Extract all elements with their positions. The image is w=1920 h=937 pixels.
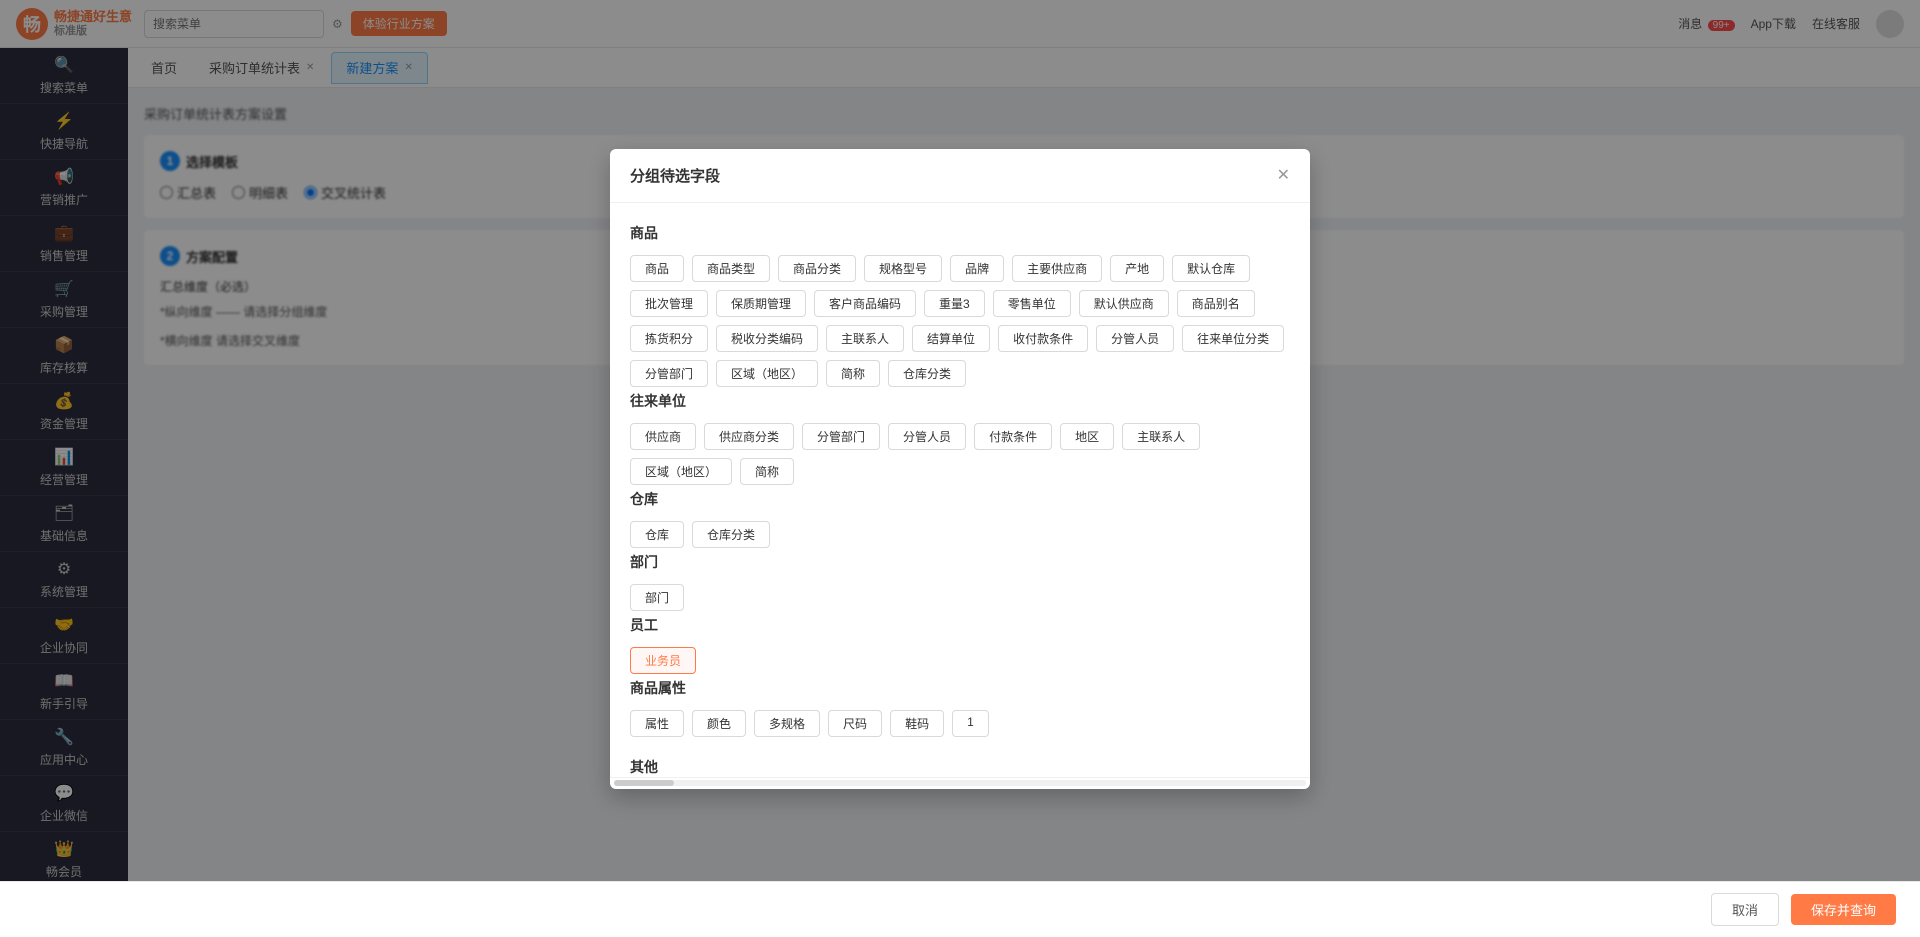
- goods-attr-fields-grid: 属性 颜色 多规格 尺码 鞋码 1: [630, 710, 1290, 737]
- field-attr[interactable]: 属性: [630, 710, 684, 737]
- field-partner-category[interactable]: 往来单位分类: [1182, 325, 1284, 352]
- field-size[interactable]: 尺码: [828, 710, 882, 737]
- field-main-contact-partner[interactable]: 主联系人: [1122, 423, 1200, 450]
- field-goods[interactable]: 商品: [630, 255, 684, 282]
- section-partner-title: 往来单位: [630, 391, 1290, 411]
- modal-overlay: 分组待选字段 ✕ 商品 商品 商品类型 商品分类 规格型号 品牌 主要供应商 产…: [0, 0, 1920, 937]
- field-expiry-mgmt[interactable]: 保质期管理: [716, 290, 806, 317]
- section-goods-attr: 商品属性 属性 颜色 多规格 尺码 鞋码 1: [630, 678, 1290, 737]
- field-default-warehouse[interactable]: 默认仓库: [1172, 255, 1250, 282]
- partner-fields-grid: 供应商 供应商分类 分管部门 分管人员 付款条件 地区 主联系人 区域（地区） …: [630, 423, 1290, 485]
- field-color[interactable]: 颜色: [692, 710, 746, 737]
- field-retail-unit[interactable]: 零售单位: [993, 290, 1071, 317]
- field-salesperson[interactable]: 业务员: [630, 647, 696, 674]
- field-goods-type[interactable]: 商品类型: [692, 255, 770, 282]
- field-department[interactable]: 部门: [630, 584, 684, 611]
- field-warehouse[interactable]: 仓库: [630, 521, 684, 548]
- scrollbar-thumb[interactable]: [614, 780, 674, 786]
- field-payment-terms[interactable]: 收付款条件: [998, 325, 1088, 352]
- footer-bar: 取消 保存并查询: [0, 881, 1920, 937]
- field-manager-partner[interactable]: 分管人员: [888, 423, 966, 450]
- field-supplier[interactable]: 供应商: [630, 423, 696, 450]
- section-other-title: 其他: [630, 757, 1290, 777]
- modal: 分组待选字段 ✕ 商品 商品 商品类型 商品分类 规格型号 品牌 主要供应商 产…: [610, 149, 1310, 789]
- field-supplier-cat[interactable]: 供应商分类: [704, 423, 794, 450]
- modal-title: 分组待选字段: [630, 165, 720, 186]
- modal-close-btn[interactable]: ✕: [1277, 165, 1290, 185]
- section-employee: 员工 业务员: [630, 615, 1290, 674]
- field-short-name-goods[interactable]: 简称: [826, 360, 880, 387]
- field-tax-code[interactable]: 税收分类编码: [716, 325, 818, 352]
- section-department-title: 部门: [630, 552, 1290, 572]
- field-warehouse-cat[interactable]: 仓库分类: [888, 360, 966, 387]
- field-area[interactable]: 地区: [1060, 423, 1114, 450]
- section-employee-title: 员工: [630, 615, 1290, 635]
- field-main-contact[interactable]: 主联系人: [826, 325, 904, 352]
- field-batch-mgmt[interactable]: 批次管理: [630, 290, 708, 317]
- field-main-supplier[interactable]: 主要供应商: [1012, 255, 1102, 282]
- goods-fields-grid: 商品 商品类型 商品分类 规格型号 品牌 主要供应商 产地 默认仓库 批次管理 …: [630, 255, 1290, 387]
- section-warehouse-title: 仓库: [630, 489, 1290, 509]
- field-attr-1[interactable]: 1: [952, 710, 989, 737]
- field-settlement-unit[interactable]: 结算单位: [912, 325, 990, 352]
- field-short-name-partner[interactable]: 简称: [740, 458, 794, 485]
- field-dept-partner[interactable]: 分管部门: [802, 423, 880, 450]
- scrollbar-track: [614, 780, 1306, 786]
- field-dept[interactable]: 分管部门: [630, 360, 708, 387]
- field-brand[interactable]: 品牌: [950, 255, 1004, 282]
- field-region-goods[interactable]: 区域（地区）: [716, 360, 818, 387]
- field-spec-model[interactable]: 规格型号: [864, 255, 942, 282]
- section-partner: 往来单位 供应商 供应商分类 分管部门 分管人员 付款条件 地区 主联系人 区域…: [630, 391, 1290, 485]
- field-goods-alias[interactable]: 商品别名: [1177, 290, 1255, 317]
- section-goods: 商品 商品 商品类型 商品分类 规格型号 品牌 主要供应商 产地 默认仓库 批次…: [630, 223, 1290, 387]
- field-pick-points[interactable]: 拣货积分: [630, 325, 708, 352]
- field-region-partner[interactable]: 区域（地区）: [630, 458, 732, 485]
- modal-body[interactable]: 商品 商品 商品类型 商品分类 规格型号 品牌 主要供应商 产地 默认仓库 批次…: [610, 203, 1310, 777]
- field-multi-spec[interactable]: 多规格: [754, 710, 820, 737]
- warehouse-fields-grid: 仓库 仓库分类: [630, 521, 1290, 548]
- field-shoe-size[interactable]: 鞋码: [890, 710, 944, 737]
- field-customer-code[interactable]: 客户商品编码: [814, 290, 916, 317]
- cancel-button[interactable]: 取消: [1711, 893, 1779, 926]
- field-default-supplier[interactable]: 默认供应商: [1079, 290, 1169, 317]
- field-goods-category[interactable]: 商品分类: [778, 255, 856, 282]
- field-weight[interactable]: 重量3: [924, 290, 985, 317]
- section-other: 其他: [630, 757, 1290, 777]
- modal-header: 分组待选字段 ✕: [610, 149, 1310, 203]
- employee-fields-grid: 业务员: [630, 647, 1290, 674]
- section-department: 部门 部门: [630, 552, 1290, 611]
- section-warehouse: 仓库 仓库 仓库分类: [630, 489, 1290, 548]
- field-origin[interactable]: 产地: [1110, 255, 1164, 282]
- department-fields-grid: 部门: [630, 584, 1290, 611]
- section-goods-attr-title: 商品属性: [630, 678, 1290, 698]
- confirm-button[interactable]: 保存并查询: [1791, 894, 1896, 925]
- section-goods-title: 商品: [630, 223, 1290, 243]
- field-payment-cond[interactable]: 付款条件: [974, 423, 1052, 450]
- modal-horizontal-scrollbar[interactable]: [610, 777, 1310, 789]
- field-manager[interactable]: 分管人员: [1096, 325, 1174, 352]
- field-warehouse-category[interactable]: 仓库分类: [692, 521, 770, 548]
